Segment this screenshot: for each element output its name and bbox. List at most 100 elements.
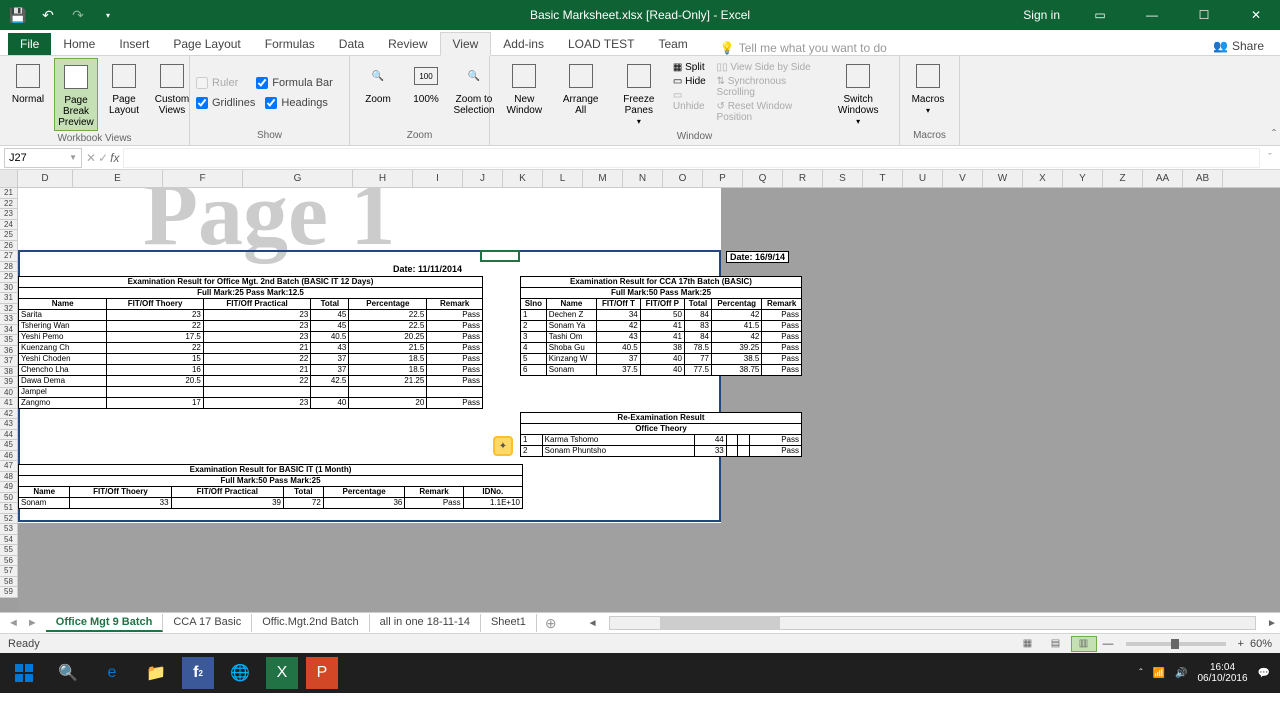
chevron-left-icon[interactable]: ◄: [8, 617, 19, 629]
new-window-button[interactable]: New Window: [496, 58, 553, 118]
powerpoint-icon[interactable]: P: [306, 657, 338, 689]
ribbon-options-icon[interactable]: ▭: [1080, 0, 1120, 30]
tray-chevron-icon[interactable]: ˆ: [1139, 668, 1142, 679]
row-24[interactable]: 24: [0, 220, 18, 231]
chevron-down-icon[interactable]: ▼: [69, 153, 77, 162]
expand-formula-bar-icon[interactable]: ˇ: [1260, 152, 1280, 164]
row-39[interactable]: 39: [0, 377, 18, 388]
col-T[interactable]: T: [863, 170, 903, 187]
chevron-right-icon[interactable]: ►: [27, 617, 38, 629]
row-57[interactable]: 57: [0, 566, 18, 577]
row-27[interactable]: 27: [0, 251, 18, 262]
sheet-tab[interactable]: CCA 17 Basic: [163, 614, 252, 632]
sheet-tab[interactable]: Sheet1: [481, 614, 537, 632]
custom-views-button[interactable]: Custom Views: [150, 58, 194, 118]
row-45[interactable]: 45: [0, 440, 18, 451]
freeze-panes-button[interactable]: Freeze Panes▾: [609, 58, 669, 129]
page-layout-button[interactable]: Page Layout: [102, 58, 146, 118]
col-I[interactable]: I: [413, 170, 463, 187]
zoom-thumb[interactable]: [1171, 639, 1179, 649]
normal-view-button[interactable]: Normal: [6, 58, 50, 107]
col-F[interactable]: F: [163, 170, 243, 187]
row-29[interactable]: 29: [0, 272, 18, 283]
zoom-level[interactable]: 60%: [1250, 638, 1272, 650]
share-button[interactable]: 👥Share: [1205, 37, 1272, 55]
wifi-icon[interactable]: 📶: [1153, 668, 1165, 679]
collapse-ribbon-icon[interactable]: ˆ: [1272, 127, 1276, 141]
cells-area[interactable]: Page 1 Date: 11/11/2014 Date: 16/9/14 Ex…: [18, 188, 1280, 612]
row-21[interactable]: 21: [0, 188, 18, 199]
col-S[interactable]: S: [823, 170, 863, 187]
unhide-button[interactable]: ▭ Unhide: [673, 90, 713, 112]
row-30[interactable]: 30: [0, 283, 18, 294]
horizontal-scrollbar[interactable]: [609, 616, 1256, 630]
row-40[interactable]: 40: [0, 388, 18, 399]
fx-icon[interactable]: fx: [110, 151, 119, 165]
tab-addins[interactable]: Add-ins: [491, 33, 556, 55]
tab-home[interactable]: Home: [51, 33, 107, 55]
arrange-all-button[interactable]: Arrange All: [557, 58, 605, 118]
col-E[interactable]: E: [73, 170, 163, 187]
col-L[interactable]: L: [543, 170, 583, 187]
hide-button[interactable]: ▭ Hide: [673, 76, 713, 87]
save-icon[interactable]: 💾: [4, 3, 32, 27]
col-AA[interactable]: AA: [1143, 170, 1183, 187]
tab-load-test[interactable]: LOAD TEST: [556, 33, 646, 55]
sheet-tab[interactable]: Office Mgt 9 Batch: [46, 614, 164, 632]
start-button[interactable]: [4, 655, 44, 691]
row-56[interactable]: 56: [0, 556, 18, 567]
row-50[interactable]: 50: [0, 493, 18, 504]
row-33[interactable]: 33: [0, 314, 18, 325]
col-J[interactable]: J: [463, 170, 503, 187]
tab-file[interactable]: File: [8, 33, 51, 55]
row-43[interactable]: 43: [0, 419, 18, 430]
row-53[interactable]: 53: [0, 524, 18, 535]
col-U[interactable]: U: [903, 170, 943, 187]
edge-icon[interactable]: e: [92, 655, 132, 691]
row-55[interactable]: 55: [0, 545, 18, 556]
tab-page-layout[interactable]: Page Layout: [161, 33, 252, 55]
zoom-button[interactable]: 🔍Zoom: [356, 58, 400, 107]
row-44[interactable]: 44: [0, 430, 18, 441]
col-Y[interactable]: Y: [1063, 170, 1103, 187]
row-48[interactable]: 48: [0, 472, 18, 483]
normal-view-icon[interactable]: ▦: [1015, 636, 1041, 652]
row-58[interactable]: 58: [0, 577, 18, 588]
split-button[interactable]: ▦ Split: [673, 62, 713, 73]
zoom-slider[interactable]: [1126, 642, 1226, 646]
tab-data[interactable]: Data: [327, 33, 376, 55]
row-54[interactable]: 54: [0, 535, 18, 546]
row-34[interactable]: 34: [0, 325, 18, 336]
row-25[interactable]: 25: [0, 230, 18, 241]
row-26[interactable]: 26: [0, 241, 18, 252]
sheet-tab[interactable]: Offic.Mgt.2nd Batch: [252, 614, 369, 632]
col-D[interactable]: D: [18, 170, 73, 187]
col-X[interactable]: X: [1023, 170, 1063, 187]
notifications-icon[interactable]: 💬: [1258, 668, 1270, 679]
scroll-right-icon[interactable]: ►: [1264, 618, 1280, 629]
headings-checkbox[interactable]: Headings: [265, 96, 327, 110]
col-Q[interactable]: Q: [743, 170, 783, 187]
col-N[interactable]: N: [623, 170, 663, 187]
row-23[interactable]: 23: [0, 209, 18, 220]
scroll-left-icon[interactable]: ◄: [585, 618, 601, 629]
row-38[interactable]: 38: [0, 367, 18, 378]
col-R[interactable]: R: [783, 170, 823, 187]
col-V[interactable]: V: [943, 170, 983, 187]
spreadsheet-grid[interactable]: DEFGHIJKLMNOPQRSTUVWXYZAAAB 212223242526…: [0, 170, 1280, 612]
excel-icon[interactable]: X: [266, 657, 298, 689]
gridlines-checkbox[interactable]: Gridlines: [196, 96, 255, 110]
undo-icon[interactable]: ↶: [34, 3, 62, 27]
row-49[interactable]: 49: [0, 482, 18, 493]
row-32[interactable]: 32: [0, 304, 18, 315]
formula-bar-checkbox[interactable]: Formula Bar: [256, 76, 333, 90]
col-M[interactable]: M: [583, 170, 623, 187]
row-35[interactable]: 35: [0, 335, 18, 346]
col-H[interactable]: H: [353, 170, 413, 187]
page-break-preview-button[interactable]: Page Break Preview: [54, 58, 98, 131]
col-O[interactable]: O: [663, 170, 703, 187]
select-all-corner[interactable]: [0, 170, 18, 187]
taskbar-clock[interactable]: 16:0406/10/2016: [1197, 662, 1247, 684]
chrome-icon[interactable]: 🌐: [220, 655, 260, 691]
search-icon[interactable]: 🔍: [48, 655, 88, 691]
